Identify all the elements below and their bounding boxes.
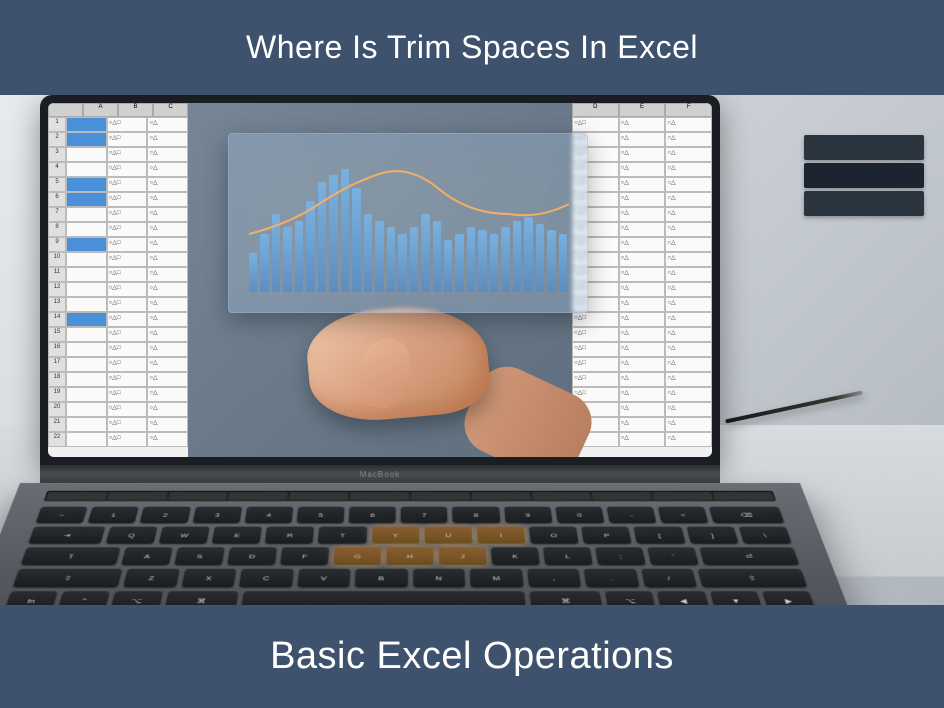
laptop-brand-label: MacBook (40, 465, 720, 483)
footer-title: Basic Excel Operations (270, 635, 674, 678)
book (804, 191, 924, 216)
header-banner: Where Is Trim Spaces In Excel (0, 0, 944, 95)
hero-illustration: A B C 1○△□○△ 2○△□○△ 3○△□○△ 4○△□○△ 5○△□○△… (0, 95, 944, 605)
chart-line-icon (229, 134, 587, 312)
laptop-screen-frame: A B C 1○△□○△ 2○△□○△ 3○△□○△ 4○△□○△ 5○△□○△… (40, 95, 720, 465)
floating-chart (228, 133, 588, 313)
laptop-screen: A B C 1○△□○△ 2○△□○△ 3○△□○△ 4○△□○△ 5○△□○△… (48, 103, 712, 457)
book-stack (804, 135, 924, 225)
spreadsheet-columns-right: D E F ○△□○△○△ ○△□○△○△ ○△□○△○△ ○△□○△○△ ○△… (572, 103, 712, 457)
header-title: Where Is Trim Spaces In Excel (246, 29, 698, 66)
touchbar (43, 491, 776, 502)
spreadsheet-columns-left: A B C 1○△□○△ 2○△□○△ 3○△□○△ 4○△□○△ 5○△□○△… (48, 103, 188, 457)
footer-banner: Basic Excel Operations (0, 605, 944, 708)
book (804, 135, 924, 160)
laptop: A B C 1○△□○△ 2○△□○△ 3○△□○△ 4○△□○△ 5○△□○△… (40, 95, 760, 605)
laptop-keyboard: ~123 4567 890- =⌫ ⇥QWE RTYU IOP[ ]\ ⇪ASD… (0, 483, 857, 605)
book (804, 163, 924, 188)
